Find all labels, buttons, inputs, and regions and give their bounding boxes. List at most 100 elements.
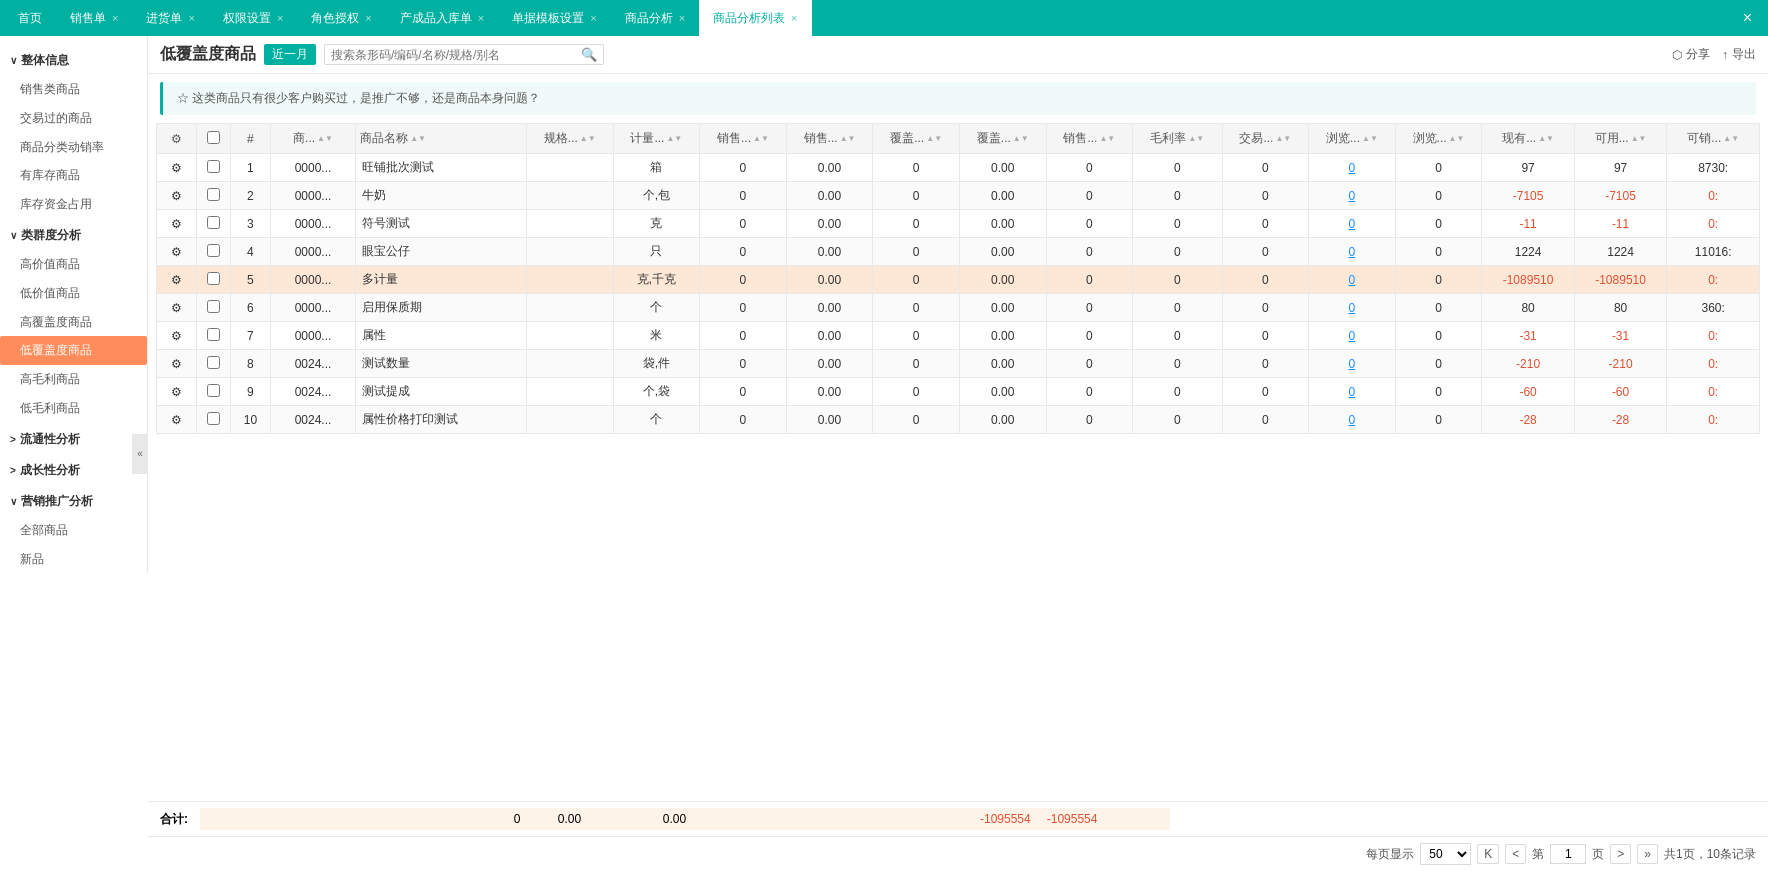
row-name[interactable]: 多计量 — [356, 266, 527, 294]
row-checkbox[interactable] — [196, 294, 230, 322]
th-stock1[interactable]: 现有... ▲▼ — [1482, 124, 1574, 154]
row-browse1[interactable]: 0 — [1309, 294, 1396, 322]
row-browse1[interactable]: 0 — [1309, 322, 1396, 350]
settings-icon[interactable]: ⚙ — [171, 132, 182, 146]
nav-templates[interactable]: 单据模板设置 × — [498, 0, 610, 36]
row-name[interactable]: 测试提成 — [356, 378, 527, 406]
th-sales-x[interactable]: 销售... ▲▼ — [1046, 124, 1133, 154]
row-name[interactable]: 旺铺批次测试 — [356, 154, 527, 182]
sidebar-item-stock-capital[interactable]: 库存资金占用 — [0, 190, 147, 219]
close-icon[interactable]: × — [112, 12, 118, 24]
nav-permissions[interactable]: 权限设置 × — [209, 0, 297, 36]
row-browse1[interactable]: 0 — [1309, 238, 1396, 266]
th-unit[interactable]: 计量... ▲▼ — [613, 124, 700, 154]
th-avail[interactable]: 可销... ▲▼ — [1667, 124, 1760, 154]
export-button[interactable]: ↑ 导出 — [1722, 46, 1756, 63]
per-page-select[interactable]: 50 100 200 — [1420, 843, 1471, 865]
row-settings[interactable]: ⚙ — [157, 294, 197, 322]
row-checkbox[interactable] — [196, 322, 230, 350]
th-cover2[interactable]: 覆盖... ▲▼ — [959, 124, 1046, 154]
sidebar-item-sales-goods[interactable]: 销售类商品 — [0, 75, 147, 104]
row-browse1[interactable]: 0 — [1309, 210, 1396, 238]
sidebar-item-high-coverage[interactable]: 高覆盖度商品 — [0, 308, 147, 337]
prev-page-button[interactable]: < — [1505, 844, 1526, 864]
row-name[interactable]: 测试数量 — [356, 350, 527, 378]
row-settings[interactable]: ⚙ — [157, 406, 197, 434]
row-settings[interactable]: ⚙ — [157, 322, 197, 350]
th-name[interactable]: 商品名称 ▲▼ — [356, 124, 527, 154]
row-settings[interactable]: ⚙ — [157, 350, 197, 378]
sidebar-section-marketing[interactable]: ∨ 营销推广分析 — [0, 485, 147, 516]
close-icon[interactable]: × — [478, 12, 484, 24]
sidebar-item-new-goods[interactable]: 新品 — [0, 545, 147, 574]
row-browse1[interactable]: 0 — [1309, 154, 1396, 182]
nav-roles[interactable]: 角色授权 × — [297, 0, 385, 36]
row-name[interactable]: 牛奶 — [356, 182, 527, 210]
sidebar-section-circulation[interactable]: > 流通性分析 — [0, 423, 147, 454]
close-icon[interactable]: × — [277, 12, 283, 24]
sidebar-item-high-margin[interactable]: 高毛利商品 — [0, 365, 147, 394]
next-page-button[interactable]: > — [1610, 844, 1631, 864]
th-trade[interactable]: 交易... ▲▼ — [1222, 124, 1309, 154]
nav-products[interactable]: 产成品入库单 × — [386, 0, 498, 36]
sidebar-section-growth[interactable]: > 成长性分析 — [0, 454, 147, 485]
share-button[interactable]: ⬡ 分享 — [1672, 46, 1710, 63]
row-checkbox[interactable] — [196, 154, 230, 182]
row-browse1[interactable]: 0 — [1309, 266, 1396, 294]
row-name[interactable]: 符号测试 — [356, 210, 527, 238]
row-settings[interactable]: ⚙ — [157, 154, 197, 182]
row-browse1[interactable]: 0 — [1309, 378, 1396, 406]
close-icon[interactable]: × — [365, 12, 371, 24]
row-checkbox[interactable] — [196, 238, 230, 266]
sidebar-item-low-value[interactable]: 低价值商品 — [0, 279, 147, 308]
th-code[interactable]: 商... ▲▼ — [270, 124, 355, 154]
row-checkbox[interactable] — [196, 266, 230, 294]
sidebar-item-low-margin[interactable]: 低毛利商品 — [0, 394, 147, 423]
th-cover1[interactable]: 覆盖... ▲▼ — [873, 124, 960, 154]
sidebar-item-stocked-goods[interactable]: 有库存商品 — [0, 161, 147, 190]
row-settings[interactable]: ⚙ — [157, 378, 197, 406]
row-browse1[interactable]: 0 — [1309, 182, 1396, 210]
row-settings[interactable]: ⚙ — [157, 238, 197, 266]
th-sales-amt[interactable]: 销售... ▲▼ — [786, 124, 873, 154]
row-settings[interactable]: ⚙ — [157, 210, 197, 238]
sidebar-item-all-goods[interactable]: 全部商品 — [0, 516, 147, 545]
sidebar-item-high-value[interactable]: 高价值商品 — [0, 250, 147, 279]
first-page-button[interactable]: K — [1477, 844, 1499, 864]
time-filter-button[interactable]: 近一月 — [264, 44, 316, 65]
row-name[interactable]: 属性价格打印测试 — [356, 406, 527, 434]
row-browse1[interactable]: 0 — [1309, 350, 1396, 378]
row-checkbox[interactable] — [196, 406, 230, 434]
row-browse1[interactable]: 0 — [1309, 406, 1396, 434]
row-checkbox[interactable] — [196, 210, 230, 238]
sidebar-section-general[interactable]: ∨ 整体信息 — [0, 44, 147, 75]
close-all-button[interactable]: × — [1731, 9, 1764, 27]
row-settings[interactable]: ⚙ — [157, 266, 197, 294]
search-input[interactable] — [331, 48, 581, 62]
th-settings[interactable]: ⚙ — [157, 124, 197, 154]
th-spec[interactable]: 规格... ▲▼ — [526, 124, 613, 154]
nav-sales[interactable]: 销售单 × — [56, 0, 132, 36]
row-settings[interactable]: ⚙ — [157, 182, 197, 210]
row-checkbox[interactable] — [196, 350, 230, 378]
nav-analysis-list[interactable]: 商品分析列表 × — [699, 0, 811, 36]
th-browse2[interactable]: 浏览... ▲▼ — [1395, 124, 1482, 154]
select-all-checkbox[interactable] — [207, 131, 220, 144]
close-icon[interactable]: × — [590, 12, 596, 24]
th-stock2[interactable]: 可用... ▲▼ — [1574, 124, 1666, 154]
row-checkbox[interactable] — [196, 182, 230, 210]
close-icon[interactable]: × — [791, 12, 797, 24]
row-checkbox[interactable] — [196, 378, 230, 406]
collapse-sidebar-button[interactable]: « — [132, 434, 148, 474]
close-icon[interactable]: × — [679, 12, 685, 24]
sidebar-item-low-coverage[interactable]: 低覆盖度商品 — [0, 336, 147, 365]
row-name[interactable]: 启用保质期 — [356, 294, 527, 322]
sidebar-item-traded-goods[interactable]: 交易过的商品 — [0, 104, 147, 133]
table-wrapper[interactable]: ⚙ # 商... ▲▼ — [148, 123, 1768, 801]
sidebar-item-category-rate[interactable]: 商品分类动销率 — [0, 133, 147, 162]
nav-home[interactable]: 首页 — [4, 0, 56, 36]
search-icon[interactable]: 🔍 — [581, 47, 597, 62]
row-name[interactable]: 眼宝公仔 — [356, 238, 527, 266]
sidebar-section-cluster[interactable]: ∨ 类群度分析 — [0, 219, 147, 250]
nav-analysis[interactable]: 商品分析 × — [611, 0, 699, 36]
